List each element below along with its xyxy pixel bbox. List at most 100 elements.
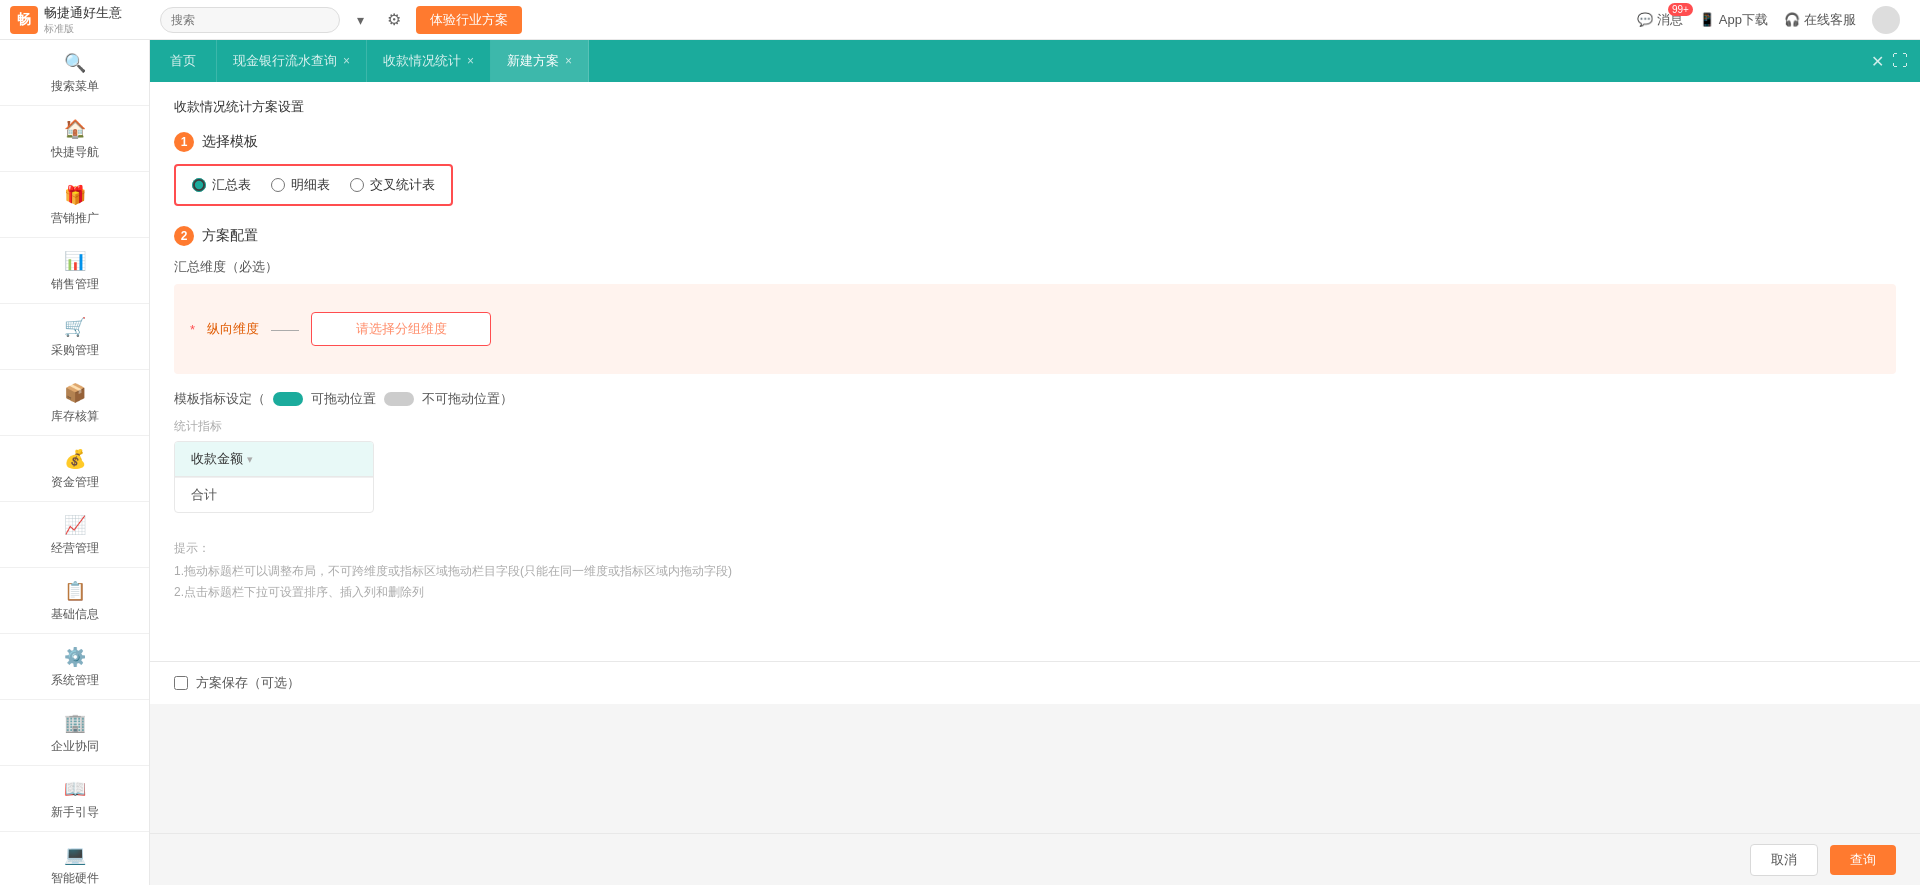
tab-newplan-label: 新建方案 [507,52,559,70]
dimension-config-label: 汇总维度（必选） [174,258,1896,276]
radio-cross-input[interactable] [350,178,364,192]
support-btn[interactable]: 🎧 在线客服 [1784,11,1856,29]
support-icon: 🎧 [1784,12,1800,27]
save-label: 方案保存（可选） [196,674,300,692]
sidebar-label-purchase: 采购管理 [51,342,99,359]
sidebar-item-purchase[interactable]: 🛒 采购管理 [0,304,149,370]
trial-button[interactable]: 体验行业方案 [416,6,522,34]
sidebar-item-inventory[interactable]: 📦 库存核算 [0,370,149,436]
metrics-col-header[interactable]: 收款金额 ▾ [175,442,295,476]
draggable-indicator [273,392,303,406]
sidebar-label-operation: 经营管理 [51,540,99,557]
col-dropdown-icon[interactable]: ▾ [247,453,253,466]
sidebar-item-guide[interactable]: 📖 新手引导 [0,766,149,832]
radio-detail-input[interactable] [271,178,285,192]
sidebar-label-corp: 企业协同 [51,738,99,755]
dim-selector[interactable]: 请选择分组维度 [311,312,491,346]
sidebar-label-quicknav: 快捷导航 [51,144,99,161]
row-total-label: 合计 [191,487,217,502]
sidebar-item-quicknav[interactable]: 🏠 快捷导航 [0,106,149,172]
logo-icon: 畅 [10,6,38,34]
sidebar-label-finance: 资金管理 [51,474,99,491]
metrics-layout: 统计指标 收款金额 ▾ [174,418,1896,516]
logo-area: 畅 畅捷通好生意 标准版 [10,4,160,36]
sidebar-item-search[interactable]: 🔍 搜索菜单 [0,40,149,106]
tab-maximize-btn[interactable]: ⛶ [1892,52,1908,70]
tab-home[interactable]: 首页 [150,40,217,82]
header-right: 💬 消息 99+ 📱 App下载 🎧 在线客服 [1637,6,1900,34]
radio-detail-label: 明细表 [291,176,330,194]
vertical-label: 纵向维度 [207,320,259,338]
settings-btn[interactable]: ⚙ [380,6,408,34]
dropdown-btn[interactable]: ▾ [348,8,372,32]
tab-home-label: 首页 [170,52,196,70]
page-content: 收款情况统计方案设置 1 选择模板 汇总表 [150,82,1920,833]
user-avatar[interactable] [1872,6,1900,34]
save-checkbox[interactable] [174,676,188,690]
tab-cashflow[interactable]: 现金银行流水查询 × [217,40,367,82]
step2-num: 2 [174,226,194,246]
step1-title: 选择模板 [202,133,258,151]
message-btn[interactable]: 💬 消息 99+ [1637,11,1683,29]
hardware-icon: 💻 [64,844,86,866]
dim-placeholder: 请选择分组维度 [356,320,447,338]
header-middle: ▾ ⚙ 体验行业方案 [160,6,1637,34]
metrics-section: 模板指标设定（ 可拖动位置 不可拖动位置） 统计指标 [174,390,1896,516]
cancel-button[interactable]: 取消 [1750,844,1818,876]
radio-summary-label: 汇总表 [212,176,251,194]
step1-header: 1 选择模板 [174,132,1896,152]
step1-num: 1 [174,132,194,152]
required-star: * [190,322,195,337]
sidebar-item-system[interactable]: ⚙️ 系统管理 [0,634,149,700]
message-badge: 99+ [1668,3,1693,16]
download-btn[interactable]: 📱 App下载 [1699,11,1768,29]
sidebar-item-sales[interactable]: 📊 销售管理 [0,238,149,304]
footer-bar: 取消 查询 [150,833,1920,885]
stat-label: 统计指标 [174,418,374,435]
base-icon: 📋 [64,580,86,602]
sidebar-label-guide: 新手引导 [51,804,99,821]
search-input[interactable] [160,7,340,33]
guide-icon: 📖 [64,778,86,800]
sidebar-item-marketing[interactable]: 🎁 营销推广 [0,172,149,238]
radio-summary-input[interactable] [192,178,206,192]
sidebar-item-hardware[interactable]: 💻 智能硬件 [0,832,149,885]
message-icon: 💬 [1637,12,1653,27]
sidebar-label-hardware: 智能硬件 [51,870,99,885]
radio-summary[interactable]: 汇总表 [192,176,251,194]
sidebar-label-inventory: 库存核算 [51,408,99,425]
sidebar-item-base[interactable]: 📋 基础信息 [0,568,149,634]
tab-collection[interactable]: 收款情况统计 × [367,40,491,82]
tab-newplan-close[interactable]: × [565,54,572,68]
metrics-table: 收款金额 ▾ 合计 [174,441,374,513]
tab-cashflow-close[interactable]: × [343,54,350,68]
tab-cashflow-label: 现金银行流水查询 [233,52,337,70]
tab-collection-close[interactable]: × [467,54,474,68]
sidebar-item-operation[interactable]: 📈 经营管理 [0,502,149,568]
metrics-table-body: 合计 [175,477,373,512]
query-button[interactable]: 查询 [1830,845,1896,875]
tab-close-all-btn[interactable]: ✕ [1871,52,1884,71]
step2-section: 2 方案配置 汇总维度（必选） * 纵向维度 —— [174,226,1896,621]
sidebar-label-marketing: 营销推广 [51,210,99,227]
main-layout: 🔍 搜索菜单 🏠 快捷导航 🎁 营销推广 📊 销售管理 🛒 采购管理 📦 库存核… [0,40,1920,885]
metrics-label: 模板指标设定（ 可拖动位置 不可拖动位置） [174,390,1896,408]
search-menu-icon: 🔍 [64,52,86,74]
top-header: 畅 畅捷通好生意 标准版 ▾ ⚙ 体验行业方案 💬 消息 99+ 📱 App下载… [0,0,1920,40]
tip2: 2.点击标题栏下拉可设置排序、插入列和删除列 [174,584,1896,601]
dimension-title-text: 汇总维度（必选） [174,259,278,274]
sidebar-label-base: 基础信息 [51,606,99,623]
page-title: 收款情况统计方案设置 [174,98,1896,116]
download-icon: 📱 [1699,12,1715,27]
col-header-label: 收款金额 [191,450,243,468]
logo-text: 畅捷通好生意 [44,4,122,22]
sidebar-label-search: 搜索菜单 [51,78,99,95]
sidebar-item-corp[interactable]: 🏢 企业协同 [0,700,149,766]
tab-newplan[interactable]: 新建方案 × [491,40,589,82]
inventory-icon: 📦 [64,382,86,404]
radio-detail[interactable]: 明细表 [271,176,330,194]
tip1: 1.拖动标题栏可以调整布局，不可跨维度或指标区域拖动栏目字段(只能在同一维度或指… [174,563,1896,580]
radio-cross[interactable]: 交叉统计表 [350,176,435,194]
finance-icon: 💰 [64,448,86,470]
sidebar-item-finance[interactable]: 💰 资金管理 [0,436,149,502]
